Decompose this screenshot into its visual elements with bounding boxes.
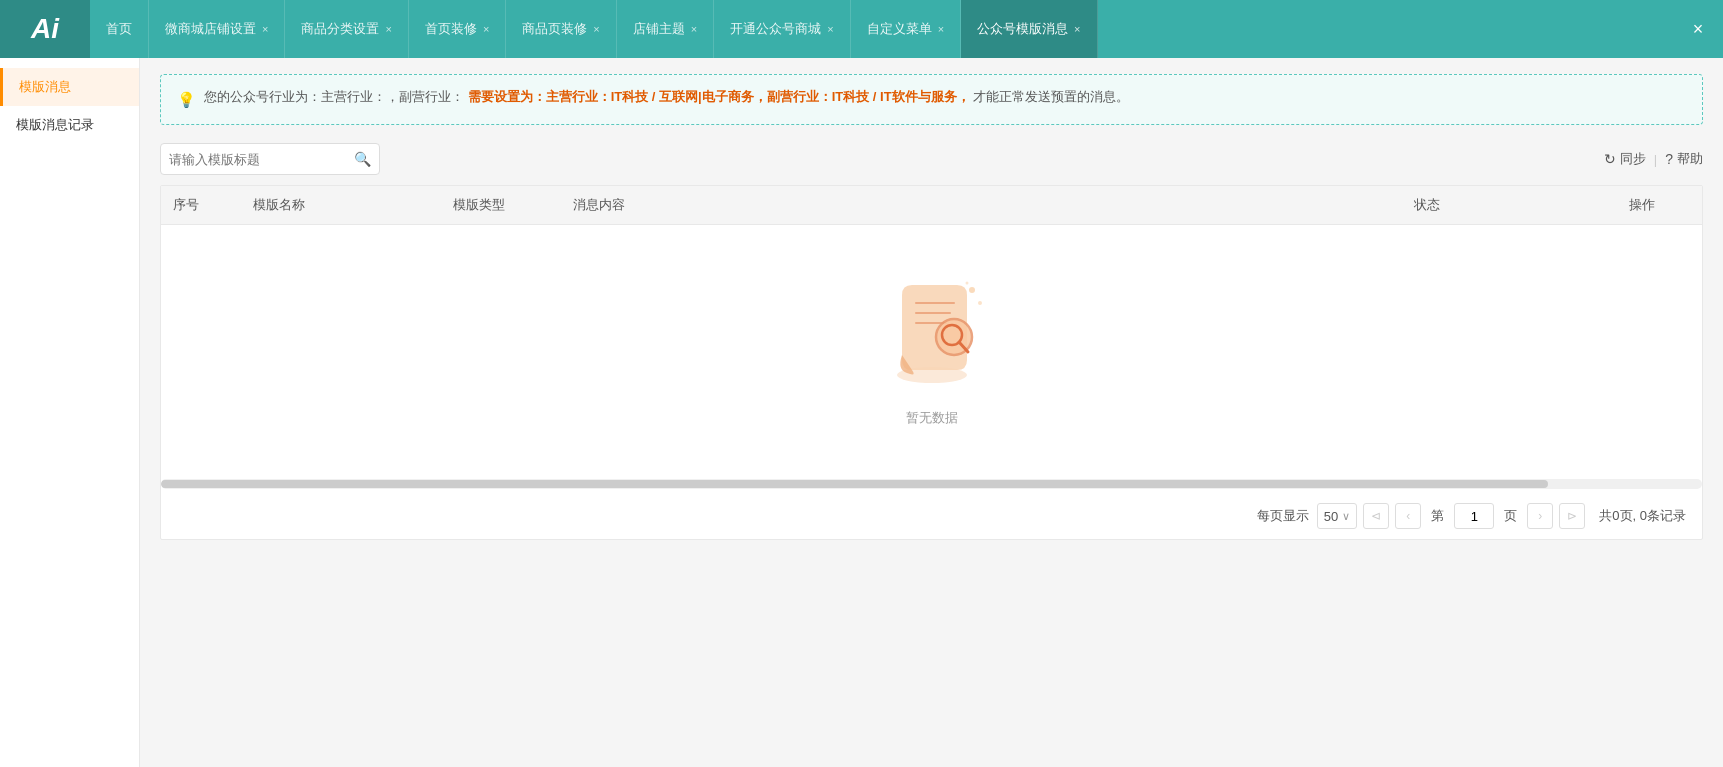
horizontal-scrollbar[interactable]	[161, 479, 1702, 489]
svg-point-7	[969, 287, 975, 293]
svg-point-8	[978, 301, 982, 305]
notice-box: 💡 您的公众号行业为：主营行业：，副营行业： 需要设置为：主营行业：IT科技 /…	[160, 74, 1703, 125]
tab-close-icon-8[interactable]: ×	[1074, 23, 1080, 35]
empty-state: 暂无数据	[161, 225, 1702, 477]
toolbar-right: ↻ 同步 | ? 帮助	[1604, 150, 1703, 168]
nav-tab-3[interactable]: 首页装修×	[409, 0, 506, 58]
nav-tab-8[interactable]: 公众号模版消息×	[961, 0, 1097, 58]
per-page-label: 每页显示	[1257, 507, 1309, 525]
col-header-type: 模版类型	[441, 186, 561, 224]
sync-button[interactable]: ↻ 同步	[1604, 150, 1646, 168]
col-header-content: 消息内容	[561, 186, 1402, 224]
scrollbar-thumb[interactable]	[161, 480, 1548, 488]
chevron-down-icon: ∨	[1342, 510, 1350, 523]
total-info: 共0页, 0条记录	[1599, 507, 1686, 525]
nav-tab-1[interactable]: 微商城店铺设置×	[149, 0, 285, 58]
global-close-button[interactable]: ×	[1673, 0, 1723, 58]
tab-close-icon-7[interactable]: ×	[938, 23, 944, 35]
help-button[interactable]: ? 帮助	[1665, 150, 1703, 168]
nav-tab-6[interactable]: 开通公众号商城×	[714, 0, 850, 58]
bulb-icon: 💡	[177, 88, 196, 112]
col-header-seq: 序号	[161, 186, 241, 224]
tab-close-icon-2[interactable]: ×	[385, 23, 391, 35]
pagination: 每页显示 50 ∨ ⊲ ‹ 第 页 › ⊳ 共0页, 0条记录	[161, 491, 1702, 539]
main-layout: 模版消息模版消息记录 💡 您的公众号行业为：主营行业：，副营行业： 需要设置为：…	[0, 58, 1723, 767]
tab-close-icon-5[interactable]: ×	[691, 23, 697, 35]
next-page-button[interactable]: ›	[1527, 503, 1553, 529]
refresh-icon: ↻	[1604, 151, 1616, 167]
first-page-button[interactable]: ⊲	[1363, 503, 1389, 529]
tab-close-icon-1[interactable]: ×	[262, 23, 268, 35]
table-header: 序号 模版名称 模版类型 消息内容 状态 操作	[161, 186, 1702, 225]
tab-close-icon-6[interactable]: ×	[827, 23, 833, 35]
svg-point-9	[965, 282, 968, 285]
col-header-name: 模版名称	[241, 186, 441, 224]
page-number-input[interactable]	[1454, 503, 1494, 529]
nav-tab-2[interactable]: 商品分类设置×	[285, 0, 408, 58]
sidebar: 模版消息模版消息记录	[0, 58, 140, 767]
per-page-select[interactable]: 50 ∨	[1317, 503, 1357, 529]
search-icon[interactable]: 🔍	[354, 151, 371, 167]
data-table: 序号 模版名称 模版类型 消息内容 状态 操作	[160, 185, 1703, 540]
empty-text: 暂无数据	[906, 409, 958, 427]
empty-illustration	[872, 265, 992, 395]
nav-tab-7[interactable]: 自定义菜单×	[851, 0, 961, 58]
main-content: 💡 您的公众号行业为：主营行业：，副营行业： 需要设置为：主营行业：IT科技 /…	[140, 58, 1723, 767]
nav-tab-5[interactable]: 店铺主题×	[617, 0, 714, 58]
search-input-wrap[interactable]: 🔍	[160, 143, 380, 175]
app-logo: Ai	[0, 0, 90, 58]
divider: |	[1654, 152, 1657, 167]
sidebar-item-0[interactable]: 模版消息	[0, 68, 139, 106]
search-input[interactable]	[169, 152, 354, 167]
page-unit: 页	[1504, 507, 1517, 525]
page-label: 第	[1431, 507, 1444, 525]
help-icon: ?	[1665, 151, 1673, 167]
tab-close-icon-3[interactable]: ×	[483, 23, 489, 35]
last-page-button[interactable]: ⊳	[1559, 503, 1585, 529]
nav-tab-4[interactable]: 商品页装修×	[506, 0, 616, 58]
top-nav-bar: Ai 首页微商城店铺设置×商品分类设置×首页装修×商品页装修×店铺主题×开通公众…	[0, 0, 1723, 58]
prev-page-button[interactable]: ‹	[1395, 503, 1421, 529]
notice-text: 您的公众号行业为：主营行业：，副营行业： 需要设置为：主营行业：IT科技 / 互…	[204, 87, 1129, 108]
toolbar: 🔍 ↻ 同步 | ? 帮助	[160, 143, 1703, 175]
col-header-action: 操作	[1582, 186, 1702, 224]
tab-close-icon-4[interactable]: ×	[593, 23, 599, 35]
nav-tab-0[interactable]: 首页	[90, 0, 149, 58]
nav-tabs: 首页微商城店铺设置×商品分类设置×首页装修×商品页装修×店铺主题×开通公众号商城…	[90, 0, 1673, 58]
per-page-value: 50	[1324, 509, 1338, 524]
col-header-status: 状态	[1402, 186, 1582, 224]
sidebar-item-1[interactable]: 模版消息记录	[0, 106, 139, 144]
